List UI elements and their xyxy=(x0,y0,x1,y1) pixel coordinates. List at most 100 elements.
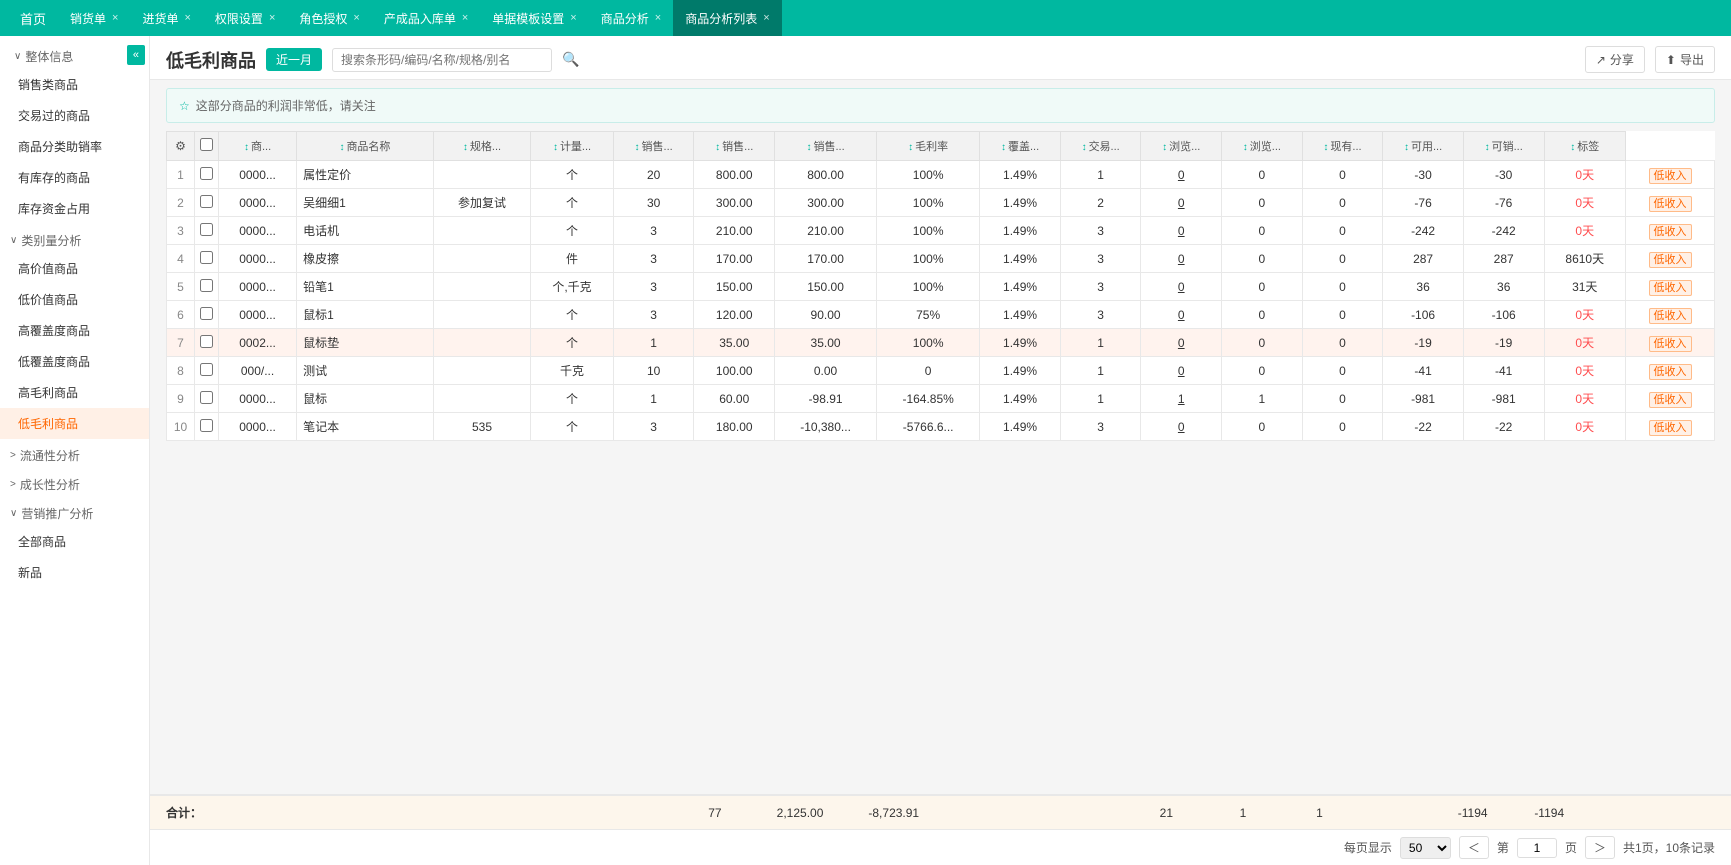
sidebar-item-high-coverage[interactable]: 高覆盖度商品 xyxy=(0,315,149,346)
close-purchase-order-icon[interactable]: × xyxy=(184,12,190,24)
table-container[interactable]: ⚙ ↕商... ↕商品名称 ↕规格... ↕计量... ↕销售... ↕销售..… xyxy=(150,131,1731,794)
col-settings[interactable]: ⚙ xyxy=(167,132,195,161)
sidebar-item-low-margin[interactable]: 低毛利商品 xyxy=(0,408,149,439)
sidebar-item-high-margin[interactable]: 高毛利商品 xyxy=(0,377,149,408)
margin-rate: 1.49% xyxy=(980,413,1061,441)
trade-link[interactable]: 0 xyxy=(1178,336,1185,350)
sidebar-item-stock-products[interactable]: 有库存的商品 xyxy=(0,162,149,193)
sidebar-item-category-rate[interactable]: 商品分类助销率 xyxy=(0,131,149,162)
row-checkbox[interactable] xyxy=(200,279,213,292)
nav-product-inbound[interactable]: 产成品入库单 × xyxy=(372,0,480,36)
row-checkbox[interactable] xyxy=(200,223,213,236)
product-name: 电话机 xyxy=(297,217,434,245)
sidebar-group-marketing[interactable]: ∨ 营销推广分析 xyxy=(0,497,149,526)
share-button[interactable]: ↗ 分享 xyxy=(1585,46,1645,73)
row-checkbox-cell[interactable] xyxy=(195,273,219,301)
row-checkbox[interactable] xyxy=(200,419,213,432)
table-row: 9 0000... 鼠标 个 1 60.00 -98.91 -164.85% 1… xyxy=(167,385,1715,413)
trade-count[interactable]: 0 xyxy=(1141,357,1222,385)
trade-link[interactable]: 0 xyxy=(1178,420,1185,434)
trade-count[interactable]: 0 xyxy=(1141,217,1222,245)
search-button[interactable]: 🔍 xyxy=(562,51,579,68)
sidebar-item-low-value[interactable]: 低价值商品 xyxy=(0,284,149,315)
trade-count[interactable]: 0 xyxy=(1141,413,1222,441)
sidebar-group-overall[interactable]: ∨ 整体信息 xyxy=(4,40,83,69)
close-permissions-icon[interactable]: × xyxy=(269,12,275,24)
close-template-settings-icon[interactable]: × xyxy=(570,12,576,24)
sidebar-group-flow-analysis[interactable]: > 流通性分析 xyxy=(0,439,149,468)
nav-sales-order[interactable]: 销货单 × xyxy=(58,0,130,36)
trade-link[interactable]: 0 xyxy=(1178,168,1185,182)
sidebar-item-traded-products[interactable]: 交易过的商品 xyxy=(0,100,149,131)
sidebar-group-category-analysis[interactable]: ∨ 类别量分析 xyxy=(0,224,149,253)
sidebar-item-all-products[interactable]: 全部商品 xyxy=(0,526,149,557)
trade-link[interactable]: 0 xyxy=(1178,224,1185,238)
row-checkbox-cell[interactable] xyxy=(195,217,219,245)
row-checkbox[interactable] xyxy=(200,363,213,376)
browse1: 0 xyxy=(1222,189,1303,217)
sidebar-item-low-coverage[interactable]: 低覆盖度商品 xyxy=(0,346,149,377)
row-checkbox-cell[interactable] xyxy=(195,357,219,385)
trade-count[interactable]: 0 xyxy=(1141,273,1222,301)
settings-icon[interactable]: ⚙ xyxy=(175,139,186,153)
page-size-select[interactable]: 50 100 200 xyxy=(1400,837,1451,859)
product-name: 笔记本 xyxy=(297,413,434,441)
nav-role-auth[interactable]: 角色授权 × xyxy=(287,0,371,36)
col-browse2: ↕浏览... xyxy=(1222,132,1303,161)
nav-template-settings[interactable]: 单据模板设置 × xyxy=(480,0,588,36)
nav-home[interactable]: 首页 xyxy=(8,0,58,36)
sidebar-collapse-button[interactable]: « xyxy=(127,45,145,65)
trade-count[interactable]: 0 xyxy=(1141,189,1222,217)
trade-count[interactable]: 0 xyxy=(1141,301,1222,329)
sidebar-item-stock-capital[interactable]: 库存资金占用 xyxy=(0,193,149,224)
row-checkbox-cell[interactable] xyxy=(195,189,219,217)
close-product-inbound-icon[interactable]: × xyxy=(462,12,468,24)
nav-purchase-order[interactable]: 进货单 × xyxy=(130,0,202,36)
sidebar-group-growth-analysis[interactable]: > 成长性分析 xyxy=(0,468,149,497)
page-number-input[interactable] xyxy=(1517,838,1557,858)
trade-link[interactable]: 0 xyxy=(1178,196,1185,210)
nav-product-analysis[interactable]: 商品分析 × xyxy=(589,0,673,36)
trade-link[interactable]: 0 xyxy=(1178,280,1185,294)
trade-link[interactable]: 0 xyxy=(1178,252,1185,266)
trade-link[interactable]: 0 xyxy=(1178,308,1185,322)
close-role-auth-icon[interactable]: × xyxy=(353,12,359,24)
main-layout: ∨ 整体信息 « 销售类商品 交易过的商品 商品分类助销率 有库存的商品 库存资… xyxy=(0,36,1731,865)
row-checkbox[interactable] xyxy=(200,335,213,348)
product-unit: 个 xyxy=(531,385,614,413)
trade-link[interactable]: 0 xyxy=(1178,364,1185,378)
sidebar-item-sales-products[interactable]: 销售类商品 xyxy=(0,69,149,100)
trade-count[interactable]: 1 xyxy=(1141,385,1222,413)
row-checkbox-cell[interactable] xyxy=(195,329,219,357)
period-button[interactable]: 近一月 xyxy=(266,48,322,71)
row-checkbox[interactable] xyxy=(200,251,213,264)
row-checkbox-cell[interactable] xyxy=(195,385,219,413)
close-sales-order-icon[interactable]: × xyxy=(112,12,118,24)
prev-page-button[interactable]: ＜ xyxy=(1459,836,1489,859)
sidebar-item-new-products[interactable]: 新品 xyxy=(0,557,149,588)
row-checkbox[interactable] xyxy=(200,307,213,320)
trade-count[interactable]: 0 xyxy=(1141,245,1222,273)
nav-permissions[interactable]: 权限设置 × xyxy=(203,0,287,36)
next-page-button[interactable]: ＞ xyxy=(1585,836,1615,859)
row-checkbox-cell[interactable] xyxy=(195,161,219,189)
trade-count[interactable]: 0 xyxy=(1141,329,1222,357)
row-checkbox-cell[interactable] xyxy=(195,301,219,329)
close-analysis-list-icon[interactable]: × xyxy=(763,12,769,24)
search-input[interactable] xyxy=(332,48,552,72)
close-product-analysis-icon[interactable]: × xyxy=(655,12,661,24)
sales-price: 800.00 xyxy=(694,161,775,189)
trade-link[interactable]: 1 xyxy=(1178,392,1185,406)
row-checkbox-cell[interactable] xyxy=(195,245,219,273)
trade-count[interactable]: 0 xyxy=(1141,161,1222,189)
row-checkbox[interactable] xyxy=(200,167,213,180)
row-checkbox[interactable] xyxy=(200,391,213,404)
select-all-checkbox[interactable] xyxy=(200,138,213,151)
row-checkbox-cell[interactable] xyxy=(195,413,219,441)
row-checkbox[interactable] xyxy=(200,195,213,208)
sidebar-item-high-value[interactable]: 高价值商品 xyxy=(0,253,149,284)
nav-product-analysis-list[interactable]: 商品分析列表 × xyxy=(673,0,781,36)
col-checkbox-all[interactable] xyxy=(195,132,219,161)
export-button[interactable]: ⬆ 导出 xyxy=(1655,46,1715,73)
margin-rate: 1.49% xyxy=(980,189,1061,217)
